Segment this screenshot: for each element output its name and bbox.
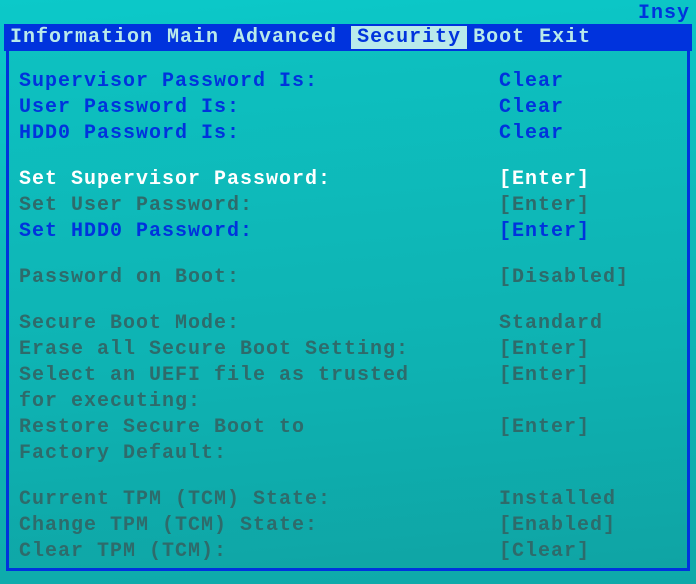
row-value[interactable]: [Enter]: [499, 337, 590, 363]
row-label: Select an UEFI file as trusted: [19, 363, 499, 389]
tab-advanced[interactable]: Advanced: [233, 26, 351, 49]
menu-bar: InformationMainAdvancedSecurity BootExit: [4, 24, 692, 51]
row-label: Supervisor Password Is:: [19, 69, 499, 95]
row-value: Clear: [499, 121, 564, 147]
row-restore-secure-boot-to[interactable]: Restore Secure Boot to[Enter]: [19, 415, 677, 441]
row-value[interactable]: [Enter]: [499, 219, 590, 245]
tab-information[interactable]: Information: [10, 26, 167, 49]
tab-boot[interactable]: Boot: [473, 26, 539, 49]
row-value[interactable]: [Clear]: [499, 539, 590, 565]
spacer: [19, 467, 677, 487]
row-label: Secure Boot Mode:: [19, 311, 499, 337]
row-value: Installed: [499, 487, 616, 513]
security-panel: Supervisor Password Is:ClearUser Passwor…: [6, 51, 690, 571]
row-value: Clear: [499, 69, 564, 95]
row-current-tpm-tcm-state: Current TPM (TCM) State:Installed: [19, 487, 677, 513]
row-factory-default: Factory Default:: [19, 441, 677, 467]
row-label: Password on Boot:: [19, 265, 499, 291]
row-value: Clear: [499, 95, 564, 121]
row-label: Set Supervisor Password:: [19, 167, 499, 193]
row-secure-boot-mode[interactable]: Secure Boot Mode:Standard: [19, 311, 677, 337]
row-value[interactable]: [Enter]: [499, 363, 590, 389]
row-label: for executing:: [19, 389, 499, 415]
spacer: [19, 147, 677, 167]
row-set-supervisor-password[interactable]: Set Supervisor Password:[Enter]: [19, 167, 677, 193]
row-label: Erase all Secure Boot Setting:: [19, 337, 499, 363]
row-password-on-boot[interactable]: Password on Boot:[Disabled]: [19, 265, 677, 291]
row-value[interactable]: Standard: [499, 311, 603, 337]
row-select-an-uefi-file-as-trusted[interactable]: Select an UEFI file as trusted[Enter]: [19, 363, 677, 389]
row-value[interactable]: [Enter]: [499, 167, 590, 193]
tab-security[interactable]: Security: [351, 26, 467, 49]
row-label: Clear TPM (TCM):: [19, 539, 499, 565]
row-clear-tpm-tcm[interactable]: Clear TPM (TCM):[Clear]: [19, 539, 677, 565]
spacer: [19, 291, 677, 311]
row-label: HDD0 Password Is:: [19, 121, 499, 147]
row-label: User Password Is:: [19, 95, 499, 121]
row-change-tpm-tcm-state[interactable]: Change TPM (TCM) State:[Enabled]: [19, 513, 677, 539]
row-set-hdd0-password[interactable]: Set HDD0 Password:[Enter]: [19, 219, 677, 245]
row-hdd0-password-is: HDD0 Password Is:Clear: [19, 121, 677, 147]
row-label: Current TPM (TCM) State:: [19, 487, 499, 513]
row-user-password-is: User Password Is:Clear: [19, 95, 677, 121]
row-label: Restore Secure Boot to: [19, 415, 499, 441]
row-label: Factory Default:: [19, 441, 499, 467]
bios-screen: Insy InformationMainAdvancedSecurity Boot…: [0, 0, 696, 584]
row-for-executing: for executing:: [19, 389, 677, 415]
row-value[interactable]: [Enter]: [499, 415, 590, 441]
row-value[interactable]: [Enter]: [499, 193, 590, 219]
row-label: Change TPM (TCM) State:: [19, 513, 499, 539]
row-supervisor-password-is: Supervisor Password Is:Clear: [19, 69, 677, 95]
row-value[interactable]: [Disabled]: [499, 265, 629, 291]
row-erase-all-secure-boot-setting[interactable]: Erase all Secure Boot Setting:[Enter]: [19, 337, 677, 363]
spacer: [19, 245, 677, 265]
vendor-label: Insy: [638, 2, 690, 25]
tab-exit[interactable]: Exit: [539, 26, 605, 49]
tab-main[interactable]: Main: [167, 26, 233, 49]
row-value[interactable]: [Enabled]: [499, 513, 616, 539]
row-set-user-password[interactable]: Set User Password:[Enter]: [19, 193, 677, 219]
row-label: Set HDD0 Password:: [19, 219, 499, 245]
row-label: Set User Password:: [19, 193, 499, 219]
